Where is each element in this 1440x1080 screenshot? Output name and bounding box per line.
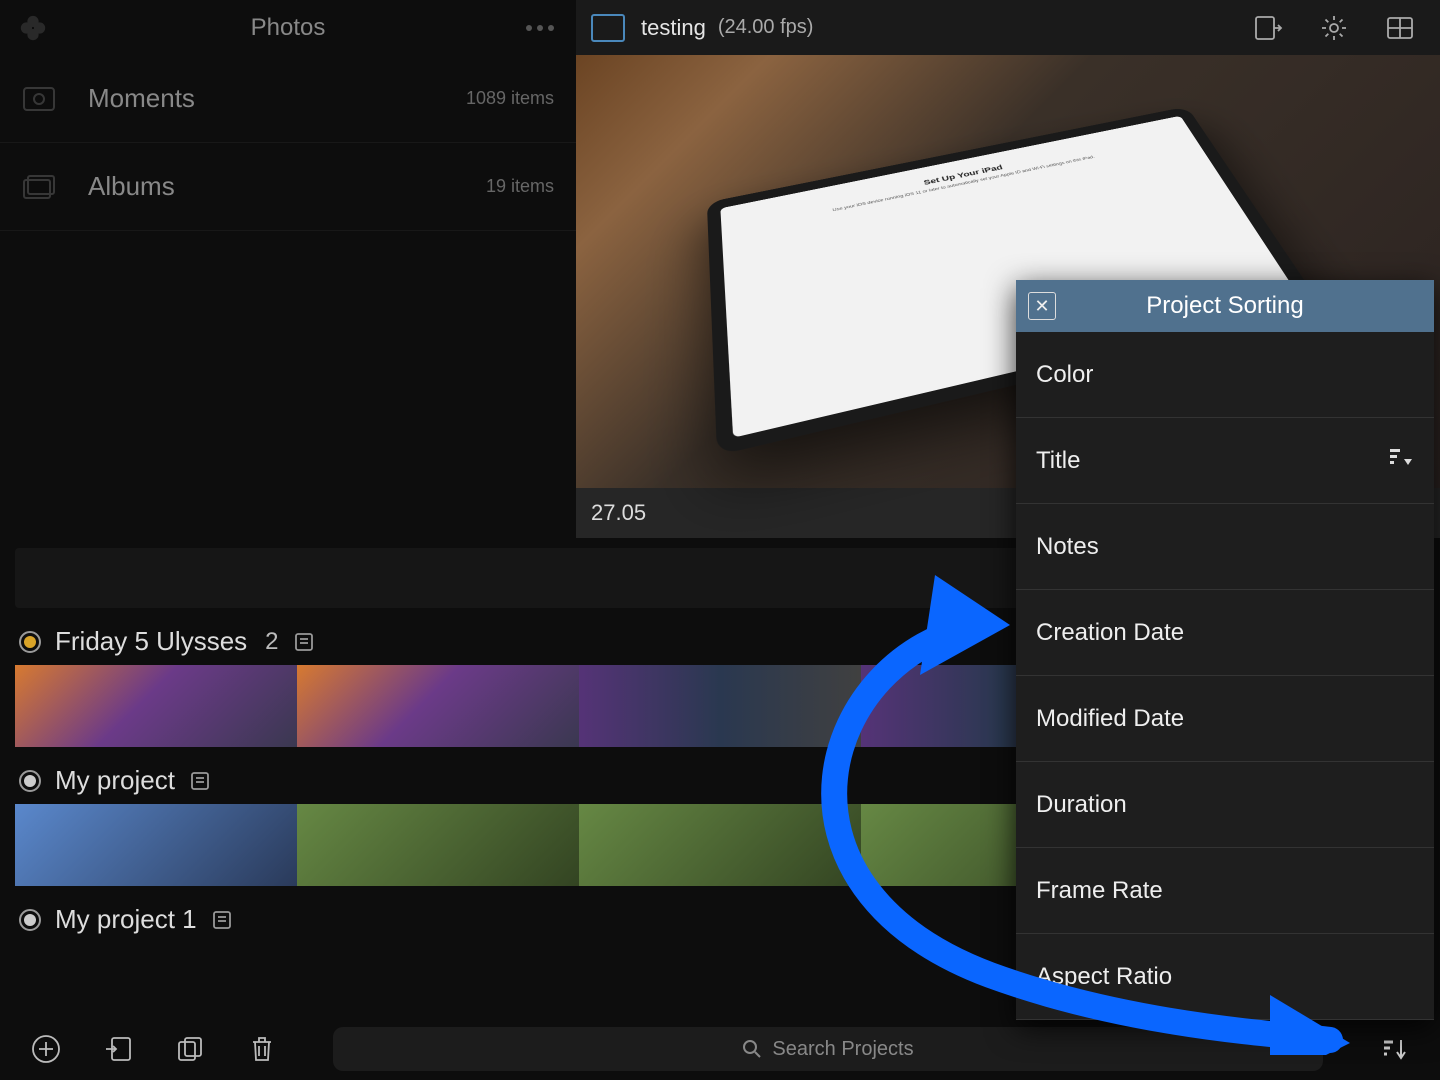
- project-title: My project: [55, 765, 175, 796]
- albums-row[interactable]: Albums 19 items: [0, 143, 576, 231]
- albums-icon: [22, 172, 56, 202]
- duplicate-button[interactable]: [174, 1033, 206, 1065]
- sort-option-color[interactable]: Color: [1016, 332, 1434, 418]
- sort-button[interactable]: [1378, 1033, 1410, 1065]
- albums-label: Albums: [88, 171, 486, 202]
- moments-count: 1089 items: [466, 88, 554, 109]
- project-radio[interactable]: [19, 631, 41, 653]
- project-radio[interactable]: [19, 909, 41, 931]
- project-icon[interactable]: [591, 14, 625, 42]
- albums-count: 19 items: [486, 176, 554, 197]
- layout-icon[interactable]: [1385, 13, 1415, 43]
- project-count: 2: [265, 628, 278, 656]
- search-icon: [742, 1039, 762, 1059]
- sort-option-creation-date[interactable]: Creation Date: [1016, 590, 1434, 676]
- project-sorting-popup: ✕ Project Sorting Color Title Notes Crea…: [1016, 280, 1434, 1020]
- search-placeholder: Search Projects: [772, 1038, 913, 1061]
- sort-option-modified-date[interactable]: Modified Date: [1016, 676, 1434, 762]
- timecode: 27.05: [591, 500, 646, 526]
- moments-label: Moments: [88, 83, 466, 114]
- add-button[interactable]: [30, 1033, 62, 1065]
- note-icon[interactable]: [211, 909, 233, 931]
- sort-direction-icon: [1388, 445, 1414, 476]
- sort-option-title[interactable]: Title: [1016, 418, 1434, 504]
- import-button[interactable]: [102, 1033, 134, 1065]
- moments-icon: [22, 84, 56, 114]
- photos-header: Photos: [0, 0, 576, 55]
- photos-app-icon: [18, 13, 48, 43]
- gear-icon[interactable]: [1319, 13, 1349, 43]
- project-radio[interactable]: [19, 770, 41, 792]
- popup-title: Project Sorting: [1028, 292, 1422, 320]
- sort-option-duration[interactable]: Duration: [1016, 762, 1434, 848]
- project-name: testing: [641, 15, 706, 41]
- project-title: My project 1: [55, 904, 197, 935]
- photos-panel: Photos Moments 1089 items Albums 19 item…: [0, 0, 576, 538]
- project-fps: (24.00 fps): [718, 16, 814, 39]
- sort-option-aspect-ratio[interactable]: Aspect Ratio: [1016, 934, 1434, 1020]
- more-icon[interactable]: [526, 25, 554, 31]
- trash-button[interactable]: [246, 1033, 278, 1065]
- note-icon[interactable]: [189, 770, 211, 792]
- photos-title: Photos: [251, 14, 326, 42]
- sort-option-notes[interactable]: Notes: [1016, 504, 1434, 590]
- export-icon[interactable]: [1253, 13, 1283, 43]
- preview-header: testing (24.00 fps): [576, 0, 1440, 55]
- search-input[interactable]: Search Projects: [333, 1027, 1323, 1071]
- sort-option-frame-rate[interactable]: Frame Rate: [1016, 848, 1434, 934]
- bottom-toolbar: Search Projects: [0, 1018, 1440, 1080]
- moments-row[interactable]: Moments 1089 items: [0, 55, 576, 143]
- project-title: Friday 5 Ulysses: [55, 626, 247, 657]
- note-icon[interactable]: [293, 631, 315, 653]
